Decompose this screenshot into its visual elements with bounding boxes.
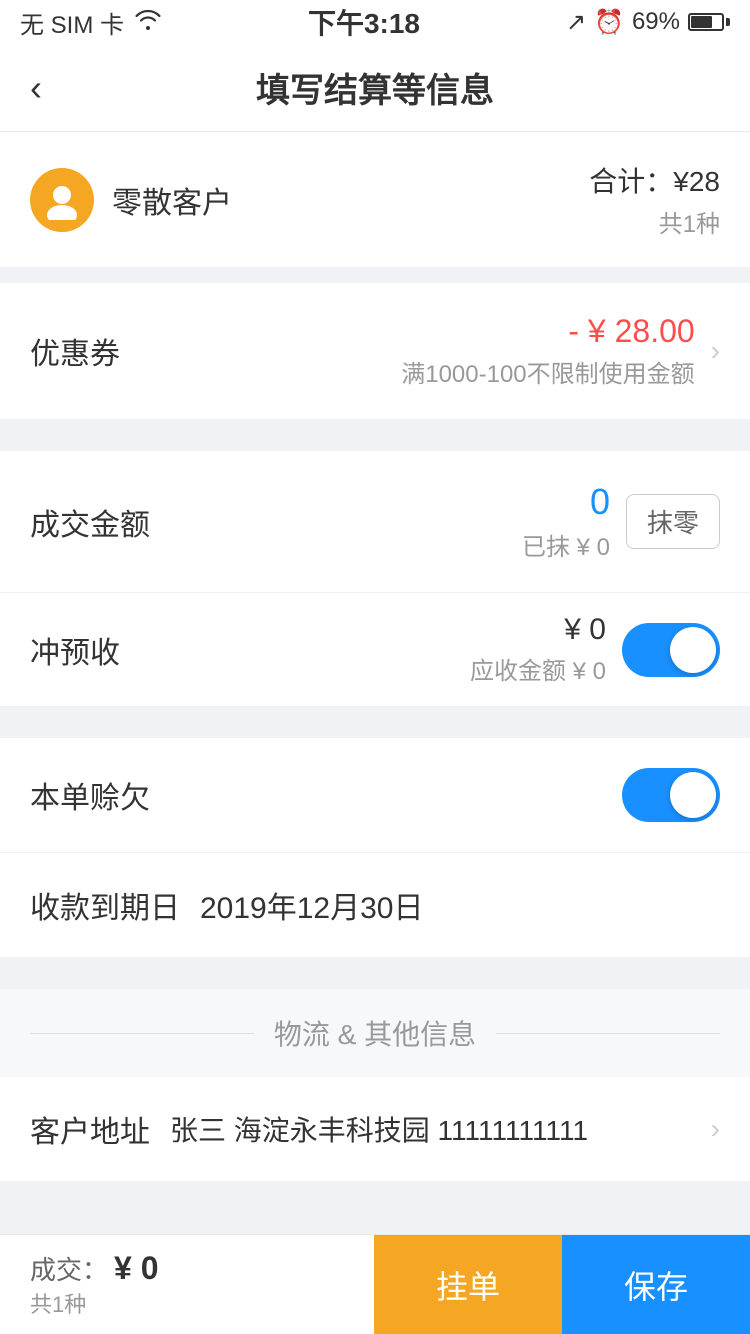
hold-order-button[interactable]: 挂单 <box>374 1235 562 1334</box>
bottom-deal-amount: ¥ 0 <box>114 1250 158 1287</box>
deal-amount-right: 0 已抹 ¥ 0 抹零 <box>522 481 720 562</box>
deal-amount-label: 成交金额 <box>30 500 150 544</box>
back-button[interactable]: ‹ <box>30 67 42 109</box>
coupon-desc: 满1000-100不限制使用金额 <box>401 354 694 389</box>
address-value: 张三 海淀永丰科技园 11111111111 <box>170 1109 711 1149</box>
battery-icon <box>688 13 730 31</box>
nav-bar: ‹ 填写结算等信息 <box>0 44 750 132</box>
bottom-count: 共1种 <box>30 1287 344 1319</box>
avatar <box>30 168 94 232</box>
credit-toggle-knob <box>670 772 716 818</box>
prepay-right: ¥ 0 应收金额 ¥ 0 <box>470 613 720 686</box>
coupon-row[interactable]: 优惠券 - ¥ 28.00 满1000-100不限制使用金额 › <box>0 283 750 419</box>
logistics-title: 物流 & 其他信息 <box>274 1013 476 1053</box>
prepay-amounts: ¥ 0 应收金额 ¥ 0 <box>470 613 606 686</box>
status-left: 无 SIM 卡 <box>20 5 162 40</box>
logistics-line-left <box>30 1033 254 1034</box>
customer-name: 零散客户 <box>112 178 232 222</box>
due-date-label: 收款到期日 <box>30 883 180 927</box>
status-bar: 无 SIM 卡 下午3:18 ↗ ⏰ 69% <box>0 0 750 44</box>
coupon-right: - ¥ 28.00 满1000-100不限制使用金额 › <box>401 313 720 389</box>
divider-2 <box>0 722 750 738</box>
coupon-label: 优惠券 <box>30 329 120 373</box>
bottom-deal-line: 成交： ¥ 0 <box>30 1250 344 1287</box>
logistics-section: 物流 & 其他信息 客户地址 张三 海淀永丰科技园 11111111111 › <box>0 989 750 1181</box>
credit-label: 本单赊欠 <box>30 773 150 817</box>
address-chevron-icon: › <box>711 1113 720 1145</box>
customer-left: 零散客户 <box>30 168 232 232</box>
divider-1 <box>0 435 750 451</box>
deal-amount-value[interactable]: 0 <box>522 481 610 523</box>
logistics-header: 物流 & 其他信息 <box>0 989 750 1077</box>
address-row[interactable]: 客户地址 张三 海淀永丰科技园 11111111111 › <box>0 1077 750 1181</box>
chevron-right-icon: › <box>711 335 720 367</box>
page-title: 填写结算等信息 <box>256 63 494 112</box>
credit-toggle[interactable] <box>622 768 720 822</box>
content-area: 零散客户 合计：¥28 共1种 优惠券 - ¥ 28.00 满1000-100不… <box>0 132 750 1307</box>
round-zero-button[interactable]: 抹零 <box>626 494 720 549</box>
due-date-value[interactable]: 2019年12月30日 <box>200 883 423 927</box>
customer-row: 零散客户 合计：¥28 共1种 <box>0 132 750 267</box>
location-icon: ↗ <box>566 8 586 37</box>
bottom-deal-label: 成交： <box>30 1250 108 1287</box>
coupon-amount: - ¥ 28.00 <box>401 313 694 350</box>
status-right: ↗ ⏰ 69% <box>566 8 730 37</box>
wifi-icon <box>134 8 162 37</box>
save-button[interactable]: 保存 <box>562 1235 750 1334</box>
deal-amount-section: 成交金额 0 已抹 ¥ 0 抹零 冲预收 ¥ 0 应收金额 ¥ 0 <box>0 451 750 706</box>
prepay-main-amount: ¥ 0 <box>470 613 606 647</box>
deal-amount-detail: 0 已抹 ¥ 0 <box>522 481 610 562</box>
logistics-line-right <box>496 1033 720 1034</box>
coupon-section: 优惠券 - ¥ 28.00 满1000-100不限制使用金额 › <box>0 283 750 419</box>
prepay-toggle[interactable] <box>622 623 720 677</box>
battery-percent: 69% <box>632 8 680 36</box>
address-label: 客户地址 <box>30 1107 150 1151</box>
total-amount: 合计：¥28 <box>589 160 720 200</box>
status-time: 下午3:18 <box>308 2 420 42</box>
prepay-row: 冲预收 ¥ 0 应收金额 ¥ 0 <box>0 593 750 706</box>
carrier-label: 无 SIM 卡 <box>20 5 124 40</box>
bottom-left: 成交： ¥ 0 共1种 <box>0 1250 374 1319</box>
prepay-label: 冲预收 <box>30 628 120 672</box>
deal-amount-row: 成交金额 0 已抹 ¥ 0 抹零 <box>0 451 750 593</box>
coupon-detail: - ¥ 28.00 满1000-100不限制使用金额 <box>401 313 694 389</box>
total-count: 共1种 <box>589 204 720 239</box>
prepay-sub-amount: 应收金额 ¥ 0 <box>470 651 606 686</box>
divider-3 <box>0 973 750 989</box>
credit-row: 本单赊欠 <box>0 738 750 853</box>
bottom-bar: 成交： ¥ 0 共1种 挂单 保存 <box>0 1234 750 1334</box>
alarm-icon: ⏰ <box>594 8 624 37</box>
deal-amount-sub: 已抹 ¥ 0 <box>522 527 610 562</box>
customer-right: 合计：¥28 共1种 <box>589 160 720 239</box>
credit-section: 本单赊欠 收款到期日 2019年12月30日 <box>0 738 750 957</box>
due-date-row: 收款到期日 2019年12月30日 <box>0 853 750 957</box>
toggle-knob <box>670 627 716 673</box>
